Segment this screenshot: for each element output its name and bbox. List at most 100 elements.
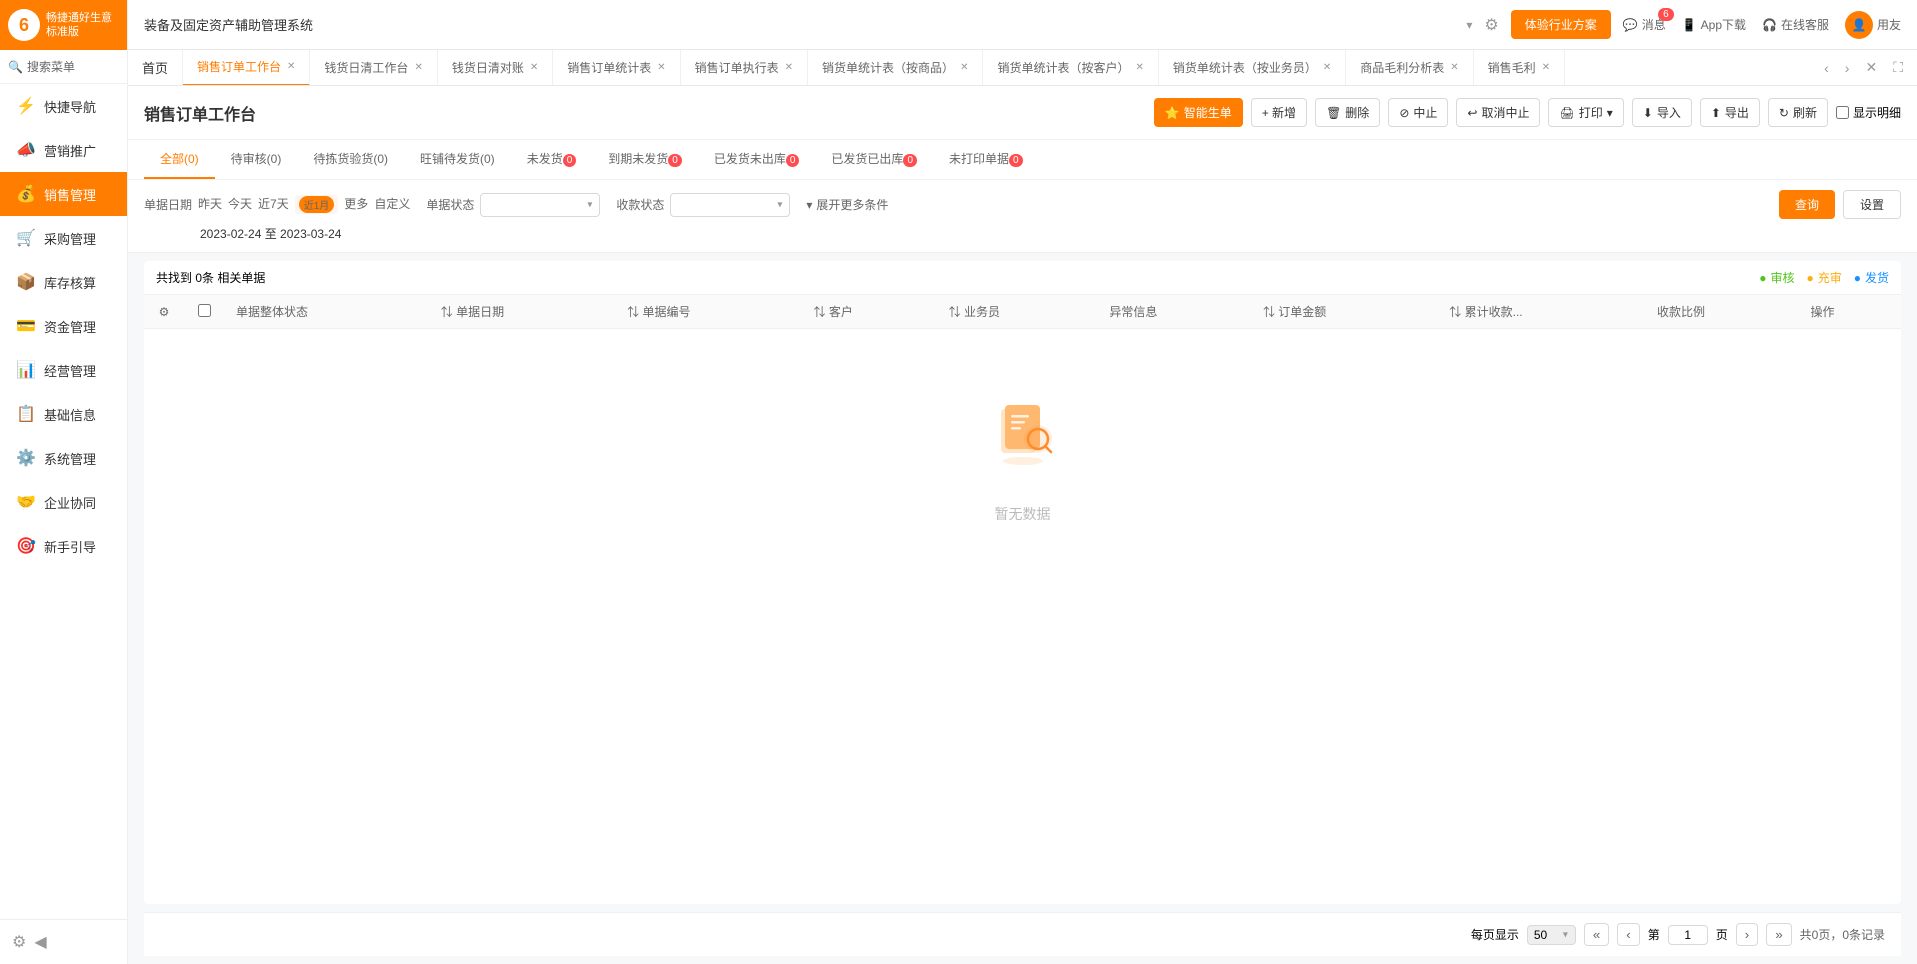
settings-icon[interactable]: ⚙ [12,932,26,952]
tab-sales-stat-product[interactable]: 销货单统计表（按商品）✕ [808,50,983,86]
sidebar-item-finance[interactable]: 💳资金管理 [0,304,127,348]
dropdown-icon[interactable]: ▾ [1466,18,1472,32]
select-all-checkbox[interactable] [198,304,211,317]
setting-button[interactable]: 设置 [1843,190,1901,219]
subtab-delivered-out[interactable]: 已发货已出库0 [815,140,933,179]
first-page-button[interactable]: « [1584,923,1609,946]
add-button[interactable]: + 新增 [1251,98,1307,127]
page-number-input[interactable] [1668,925,1708,945]
sidebar-item-guide[interactable]: 🎯新手引导 [0,524,127,568]
tab-cash-daily[interactable]: 钱货日清工作台✕ [310,50,437,86]
sidebar-item-inventory[interactable]: 📦库存核算 [0,260,127,304]
next-page-button[interactable]: › [1736,923,1758,946]
status-select[interactable] [480,193,600,217]
ratio-column-header[interactable]: 收款比例 [1645,295,1799,329]
date-shortcut-近7天[interactable]: 近7天 [258,195,289,214]
sidebar-item-corp[interactable]: 🤝企业协同 [0,480,127,524]
staff-column-header[interactable]: ⇅ 业务员 [937,295,1098,329]
tab-sales-stat[interactable]: 销售订单统计表✕ [553,50,680,86]
sidebar-item-marketing[interactable]: 📣营销推广 [0,128,127,172]
tab-close-sales-stat-staff[interactable]: ✕ [1323,62,1331,73]
exception-column-header[interactable]: 异常信息 [1097,295,1251,329]
tab-close-all[interactable]: ✕ [1859,57,1883,78]
print-dropdown-icon[interactable]: ▾ [1607,106,1613,120]
collected-column-header[interactable]: ⇅ 累计收款... [1437,295,1645,329]
sidebar-item-quick-nav[interactable]: ⚡快捷导航 [0,84,127,128]
audit-quick-btn[interactable]: ● 审核 [1759,269,1794,286]
active-shortcut-tag[interactable]: 近1月 [299,196,335,213]
collapse-icon[interactable]: ◀ [34,932,46,952]
subtab-all[interactable]: 全部(0) [144,140,215,179]
user-item[interactable]: 👤 用友 [1845,11,1901,39]
tab-sales-exec[interactable]: 销售订单执行表✕ [681,50,808,86]
date-column-header[interactable]: ⇅ 单据日期 [429,295,615,329]
tab-close-cash-daily[interactable]: ✕ [414,62,422,73]
smart-create-button[interactable]: ⭐ 智能生单 [1154,98,1243,127]
tab-home[interactable]: 首页 [128,50,183,86]
query-button[interactable]: 查询 [1779,190,1835,219]
tab-sales-stat-staff[interactable]: 销货单统计表（按业务员）✕ [1159,50,1346,86]
tab-close-sales-gross[interactable]: ✕ [1542,62,1550,73]
delete-button[interactable]: 🗑 删除 [1315,98,1380,127]
tab-nav-right[interactable]: › [1839,58,1856,78]
date-shortcut-近1月[interactable]: 近1月 [295,195,339,214]
show-detail-label[interactable]: 显示明细 [1836,104,1901,121]
import-button[interactable]: ⬇ 导入 [1632,98,1692,127]
industry-solution-button[interactable]: 体验行业方案 [1511,10,1611,39]
date-shortcut-昨天[interactable]: 昨天 [198,195,222,214]
subtab-expired-not-delivered[interactable]: 到期未发货0 [592,140,698,179]
online-service-item[interactable]: 🎧 在线客服 [1762,16,1829,33]
gear-column-header[interactable]: ⚙ [144,295,184,329]
tab-close-cash-reconcile[interactable]: ✕ [530,62,538,73]
tab-sales-gross[interactable]: 销售毛利✕ [1474,50,1565,86]
subtab-delivered-not-out[interactable]: 已发货未出库0 [698,140,816,179]
sidebar-item-basic[interactable]: 📋基础信息 [0,392,127,436]
subtab-wangpu-pending[interactable]: 旺铺待发货(0) [404,140,511,179]
date-shortcut-更多[interactable]: 更多 [344,195,368,214]
tab-close-sales-stat[interactable]: ✕ [657,62,665,73]
date-shortcut-自定义[interactable]: 自定义 [374,195,410,214]
tab-close-sales-exec[interactable]: ✕ [785,62,793,73]
unaudit-quick-btn[interactable]: ● 充审 [1806,269,1841,286]
message-icon-item[interactable]: 💬 消息 6 [1623,16,1666,33]
tab-sales-order-workbench[interactable]: 销售订单工作台✕ [183,50,310,86]
show-detail-checkbox[interactable] [1836,106,1849,119]
export-button[interactable]: ⬆ 导出 [1700,98,1760,127]
sidebar-search[interactable]: 🔍 搜索菜单 [0,50,127,84]
page-size-select[interactable]: 50 10 20 100 [1527,925,1576,945]
customer-column-header[interactable]: ⇅ 客户 [801,295,936,329]
stop-button[interactable]: ⊘ 中止 [1388,98,1448,127]
refresh-button[interactable]: ↻ 刷新 [1768,98,1828,127]
prev-page-button[interactable]: ‹ [1617,923,1639,946]
tab-product-margin[interactable]: 商品毛利分析表✕ [1346,50,1473,86]
subtab-not-delivered[interactable]: 未发货0 [511,140,593,179]
tab-close-sales-stat-product[interactable]: ✕ [960,62,968,73]
topbar-settings-icon[interactable]: ⚙ [1484,15,1498,35]
number-column-header[interactable]: ⇅ 单据编号 [615,295,801,329]
payment-select[interactable] [670,193,790,217]
subtab-pending-review[interactable]: 待审核(0) [215,140,298,179]
sidebar-item-sales[interactable]: 💰销售管理 [0,172,127,216]
expand-filter-btn[interactable]: ▾ 展开更多条件 [806,196,888,213]
deliver-quick-btn[interactable]: ● 发货 [1854,269,1889,286]
date-shortcut-今天[interactable]: 今天 [228,195,252,214]
app-download-item[interactable]: 📱 App下载 [1682,16,1746,33]
tab-maximize[interactable]: ⛶ [1887,57,1909,78]
last-page-button[interactable]: » [1766,923,1791,946]
sidebar-item-operations[interactable]: 📊经营管理 [0,348,127,392]
subtab-not-printed[interactable]: 未打印单据0 [933,140,1039,179]
status-column-header[interactable]: 单据整体状态 [224,295,429,329]
tab-nav-left[interactable]: ‹ [1818,58,1835,78]
sidebar-item-system[interactable]: ⚙️系统管理 [0,436,127,480]
tab-cash-reconcile[interactable]: 钱货日清对账✕ [438,50,553,86]
sidebar-item-purchase[interactable]: 🛒采购管理 [0,216,127,260]
cancel-stop-button[interactable]: ↩ 取消中止 [1456,98,1540,127]
tab-sales-stat-customer[interactable]: 销货单统计表（按客户）✕ [983,50,1158,86]
tab-close-sales-stat-customer[interactable]: ✕ [1135,62,1143,73]
amount-column-header[interactable]: ⇅ 订单金额 [1251,295,1437,329]
print-button[interactable]: 🖨 打印 ▾ [1548,98,1623,127]
tab-close-product-margin[interactable]: ✕ [1450,62,1458,73]
tab-close-sales-order-workbench[interactable]: ✕ [287,61,295,72]
checkbox-column-header[interactable] [184,295,224,329]
subtab-pending-check[interactable]: 待拣货验货(0) [297,140,404,179]
